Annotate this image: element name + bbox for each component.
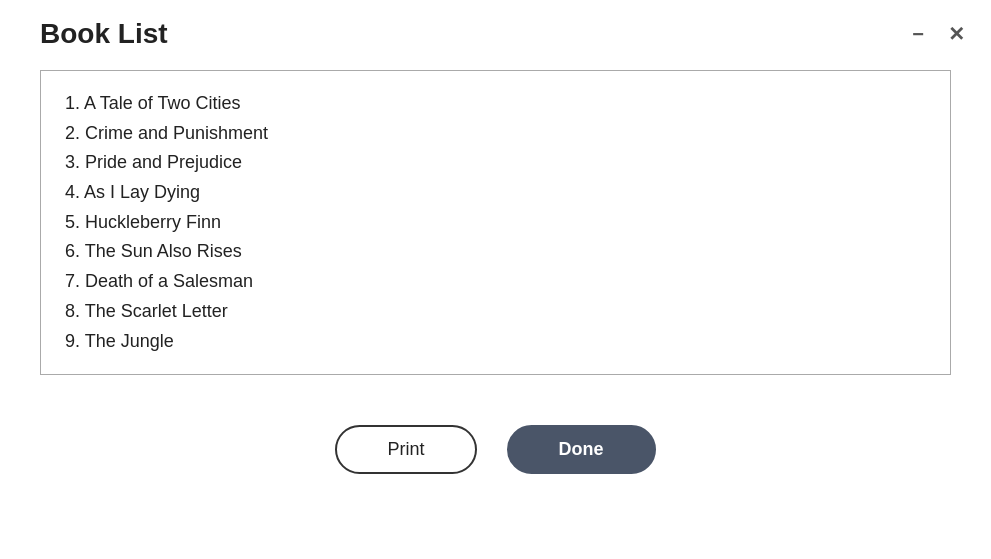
- list-item: 4. As I Lay Dying: [65, 178, 926, 208]
- button-area: Print Done: [40, 425, 951, 474]
- list-item: 3. Pride and Prejudice: [65, 148, 926, 178]
- list-item: 1. A Tale of Two Cities: [65, 89, 926, 119]
- list-item: 6. The Sun Also Rises: [65, 237, 926, 267]
- window-title: Book List: [40, 18, 168, 50]
- close-button[interactable]: ✕: [942, 22, 971, 46]
- list-item: 9. The Jungle: [65, 327, 926, 357]
- list-item: 2. Crime and Punishment: [65, 119, 926, 149]
- minimize-button[interactable]: −: [906, 22, 930, 46]
- list-item: 8. The Scarlet Letter: [65, 297, 926, 327]
- list-item: 7. Death of a Salesman: [65, 267, 926, 297]
- book-list: 1. A Tale of Two Cities2. Crime and Puni…: [65, 89, 926, 356]
- list-item: 5. Huckleberry Finn: [65, 208, 926, 238]
- window-controls: − ✕: [906, 18, 971, 46]
- content-area: 1. A Tale of Two Cities2. Crime and Puni…: [0, 60, 991, 494]
- done-button[interactable]: Done: [507, 425, 656, 474]
- title-bar: Book List − ✕: [0, 0, 991, 60]
- book-list-box: 1. A Tale of Two Cities2. Crime and Puni…: [40, 70, 951, 375]
- print-button[interactable]: Print: [335, 425, 476, 474]
